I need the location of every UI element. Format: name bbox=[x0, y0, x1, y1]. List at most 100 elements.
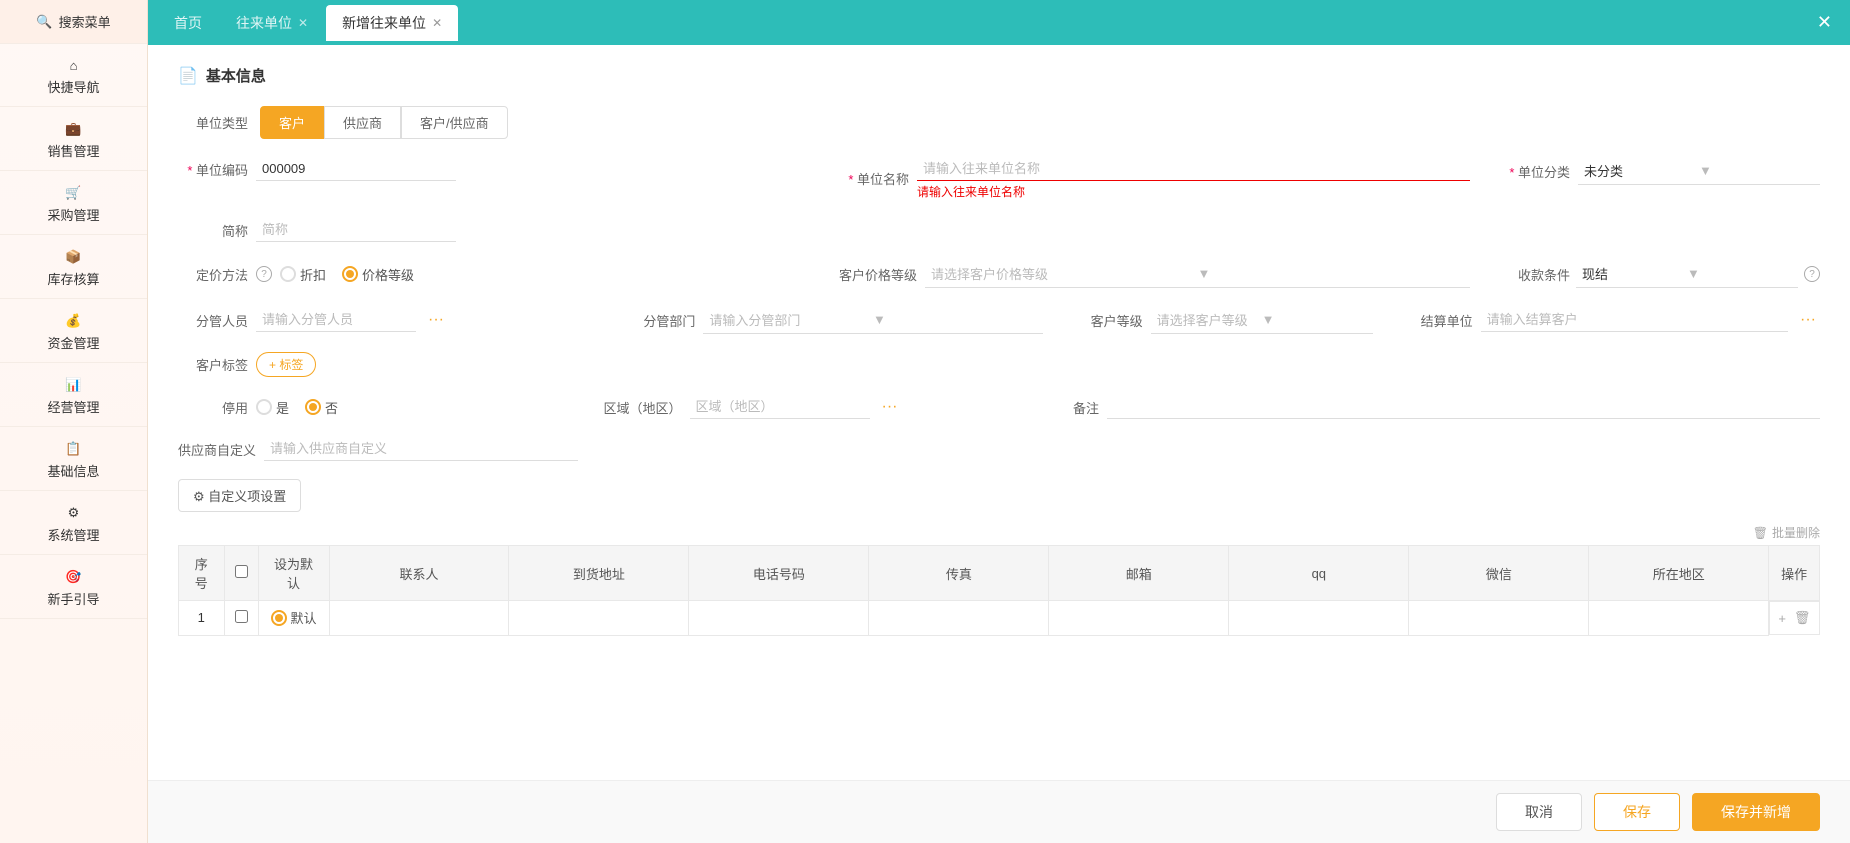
pricing-method-field: 定价方法 ? 折扣 价格等级 bbox=[178, 265, 809, 284]
disabled-radio-group: 是 否 bbox=[256, 398, 338, 417]
fax-input[interactable] bbox=[879, 610, 1038, 625]
manager-input[interactable] bbox=[256, 308, 416, 332]
table-header-row: 序号 设为默认 联系人 到货地址 电话号码 传真 邮箱 qq 微信 所在地区 操… bbox=[179, 546, 1820, 601]
pricing-level-radio[interactable]: 价格等级 bbox=[342, 265, 414, 284]
custom-settings-button[interactable]: ⚙ 自定义项设置 bbox=[178, 479, 301, 512]
unit-category-field: 单位分类 未分类 ▼ bbox=[1500, 157, 1820, 185]
row-seq: 1 bbox=[179, 601, 225, 636]
address-input[interactable] bbox=[519, 610, 678, 625]
unit-type-both[interactable]: 客户/供应商 bbox=[401, 106, 508, 139]
row-default-radio[interactable]: 默认 bbox=[269, 608, 319, 627]
select-all-checkbox[interactable] bbox=[235, 565, 248, 578]
section-header: 📄 基本信息 bbox=[178, 65, 1820, 86]
category-chevron: ▼ bbox=[1699, 163, 1814, 178]
manager-more-btn[interactable]: ··· bbox=[424, 311, 448, 329]
customer-price-level-select[interactable]: 请选择客户价格等级 ▼ bbox=[925, 260, 1470, 288]
row-contact[interactable] bbox=[329, 601, 509, 636]
tab-new-partner-close[interactable]: ✕ bbox=[432, 17, 442, 29]
unit-type-customer[interactable]: 客户 bbox=[260, 106, 324, 139]
region-input[interactable] bbox=[690, 395, 870, 419]
row-qq[interactable] bbox=[1229, 601, 1409, 636]
row-region[interactable] bbox=[1589, 601, 1769, 636]
purchase-icon: 🛒 bbox=[65, 185, 81, 201]
sidebar-item-finance[interactable]: 💰 资金管理 bbox=[0, 299, 147, 363]
region-more-btn[interactable]: ··· bbox=[878, 398, 902, 416]
payment-terms-help-icon[interactable]: ? bbox=[1804, 266, 1820, 282]
department-select[interactable]: 请输入分管部门 ▼ bbox=[703, 306, 1042, 334]
payment-terms-select[interactable]: 现结 ▼ bbox=[1576, 260, 1798, 288]
contact-input[interactable] bbox=[340, 610, 499, 625]
window-close-button[interactable]: ✕ bbox=[1809, 8, 1840, 37]
price-level-chevron: ▼ bbox=[1198, 266, 1465, 281]
sidebar-item-operations[interactable]: 📊 经营管理 bbox=[0, 363, 147, 427]
batch-delete-label[interactable]: 批量删除 bbox=[1772, 524, 1820, 541]
email-input[interactable] bbox=[1059, 610, 1218, 625]
disabled-no-radio[interactable]: 否 bbox=[305, 398, 338, 417]
row-default-dot bbox=[271, 610, 287, 626]
unit-category-select[interactable]: 未分类 ▼ bbox=[1578, 157, 1820, 185]
tab-home[interactable]: 首页 bbox=[158, 5, 218, 41]
department-placeholder: 请输入分管部门 bbox=[709, 310, 873, 329]
row-fax[interactable] bbox=[869, 601, 1049, 636]
row-address[interactable] bbox=[509, 601, 689, 636]
sidebar-item-basic[interactable]: 📋 基础信息 bbox=[0, 427, 147, 491]
pricing-radio-group: 折扣 价格等级 bbox=[280, 265, 414, 284]
unit-name-input[interactable] bbox=[917, 157, 1470, 181]
main-area: 首页 往来单位 ✕ 新增往来单位 ✕ ✕ 📄 基本信息 单位类型 客户 供应商 … bbox=[148, 0, 1850, 843]
row-phone[interactable] bbox=[689, 601, 869, 636]
short-name-input[interactable] bbox=[256, 218, 456, 242]
customer-level-select[interactable]: 请选择客户等级 ▼ bbox=[1151, 306, 1373, 334]
supplier-custom-label: 供应商自定义 bbox=[178, 440, 256, 459]
disabled-yes-radio[interactable]: 是 bbox=[256, 398, 289, 417]
sidebar-item-system[interactable]: ⚙ 系统管理 bbox=[0, 491, 147, 555]
wechat-input[interactable] bbox=[1419, 610, 1578, 625]
add-tag-button[interactable]: + 标签 bbox=[256, 352, 316, 377]
sidebar-item-purchase[interactable]: 🛒 采购管理 bbox=[0, 171, 147, 235]
phone-input[interactable] bbox=[699, 610, 858, 625]
save-new-button[interactable]: 保存并新增 bbox=[1692, 793, 1820, 831]
sidebar-label-guide: 新手引导 bbox=[47, 589, 99, 608]
row-default: 默认 bbox=[258, 601, 329, 636]
unit-type-supplier[interactable]: 供应商 bbox=[324, 106, 401, 139]
row-region-input[interactable] bbox=[1599, 610, 1758, 625]
row-action: + 🗑 bbox=[1769, 601, 1819, 635]
row-supplier-custom: 供应商自定义 bbox=[178, 437, 1820, 461]
tab-partners-close[interactable]: ✕ bbox=[298, 17, 308, 29]
customer-level-field: 客户等级 请选择客户等级 ▼ bbox=[1073, 306, 1373, 334]
remark-input[interactable] bbox=[1107, 395, 1820, 419]
batch-delete-icon: 🗑 bbox=[1753, 526, 1768, 540]
row-wechat[interactable] bbox=[1409, 601, 1589, 636]
pricing-discount-radio[interactable]: 折扣 bbox=[280, 265, 326, 284]
form-content: 📄 基本信息 单位类型 客户 供应商 客户/供应商 单位编码 bbox=[148, 45, 1850, 780]
pricing-help-icon[interactable]: ? bbox=[256, 266, 272, 282]
tab-new-partner[interactable]: 新增往来单位 ✕ bbox=[326, 5, 458, 41]
settlement-unit-input[interactable] bbox=[1481, 308, 1788, 332]
sidebar-label-system: 系统管理 bbox=[47, 525, 99, 544]
sidebar-item-sales[interactable]: 💼 销售管理 bbox=[0, 107, 147, 171]
unit-name-wrapper: 请输入往来单位名称 bbox=[917, 157, 1470, 200]
sidebar-item-quicknav[interactable]: ⌂ 快捷导航 bbox=[0, 44, 147, 107]
save-button[interactable]: 保存 bbox=[1594, 793, 1680, 831]
supplier-custom-input[interactable] bbox=[264, 437, 578, 461]
sidebar-item-search[interactable]: 🔍 搜索菜单 bbox=[0, 0, 147, 44]
sidebar-item-inventory[interactable]: 📦 库存核算 bbox=[0, 235, 147, 299]
row-pricing: 定价方法 ? 折扣 价格等级 客户价格等级 请选择客户价格等级 bbox=[178, 260, 1820, 288]
cancel-button[interactable]: 取消 bbox=[1496, 793, 1582, 831]
pricing-level-label: 价格等级 bbox=[362, 265, 414, 284]
unit-category-value: 未分类 bbox=[1584, 161, 1699, 180]
col-qq: qq bbox=[1229, 546, 1409, 601]
sidebar-item-guide[interactable]: 🎯 新手引导 bbox=[0, 555, 147, 619]
tab-partners[interactable]: 往来单位 ✕ bbox=[220, 5, 324, 41]
row-email[interactable] bbox=[1049, 601, 1229, 636]
delete-row-btn[interactable]: 🗑 bbox=[1794, 610, 1811, 626]
qq-input[interactable] bbox=[1239, 610, 1398, 625]
unit-code-input[interactable] bbox=[256, 157, 456, 181]
remark-field: 备注 bbox=[1029, 395, 1820, 419]
disabled-yes-dot bbox=[256, 399, 272, 415]
add-row-btn[interactable]: + bbox=[1778, 611, 1786, 626]
settlement-more-btn[interactable]: ··· bbox=[1796, 311, 1820, 329]
customer-level-label: 客户等级 bbox=[1073, 311, 1143, 330]
row-select-checkbox[interactable] bbox=[235, 610, 248, 623]
sidebar-label-search: 搜索菜单 bbox=[59, 12, 111, 31]
col-action: 操作 bbox=[1769, 546, 1820, 601]
